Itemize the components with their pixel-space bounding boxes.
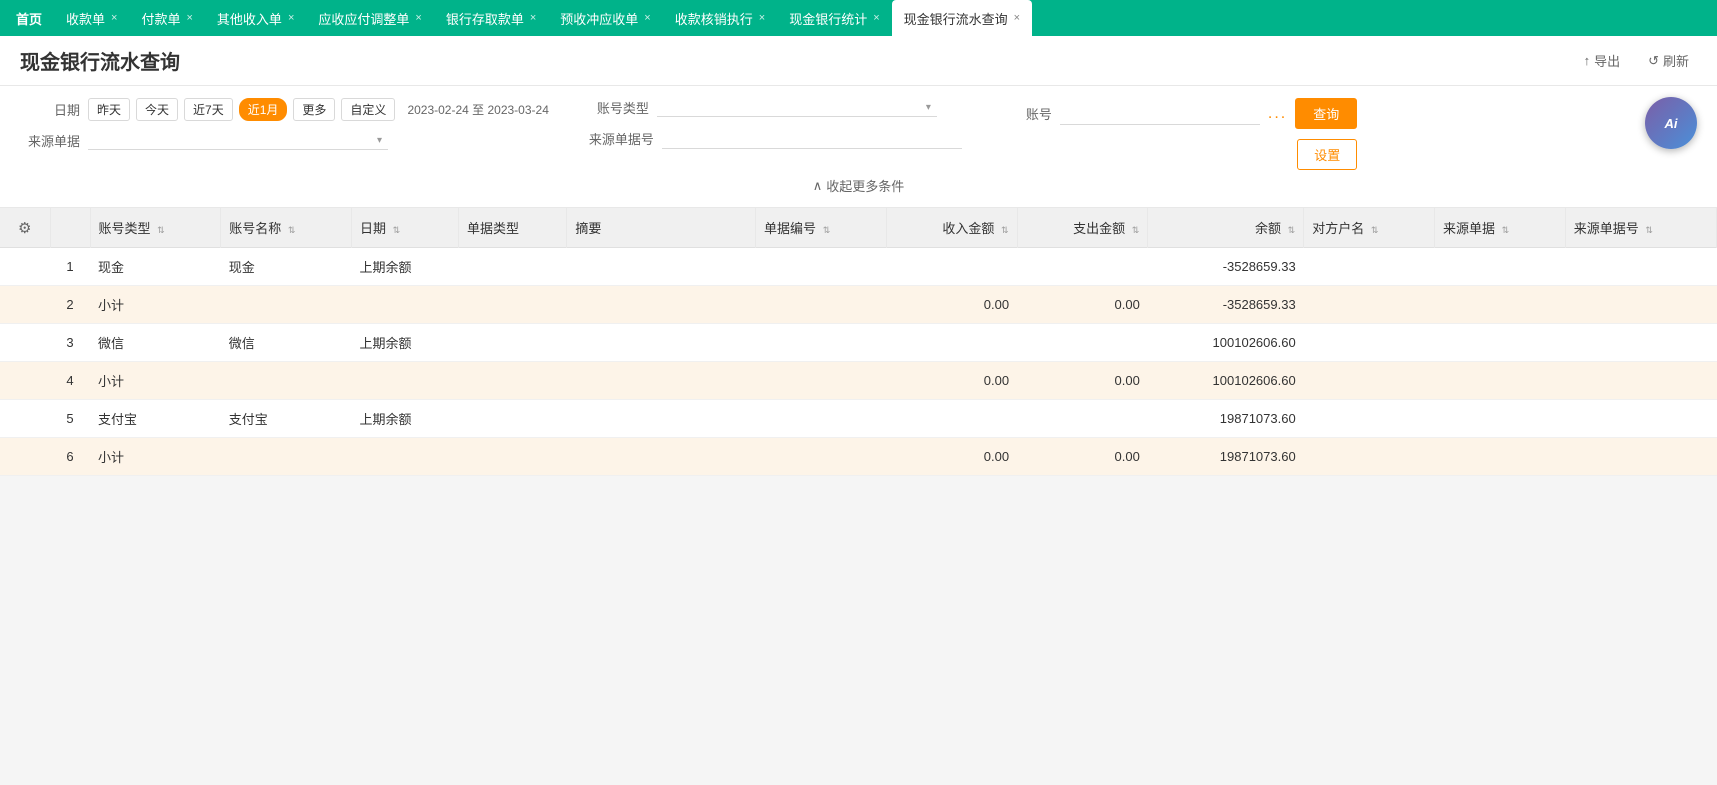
th-expense[interactable]: 支出金额 ⇅ — [1017, 208, 1148, 248]
nav-tab-bank-deposit[interactable]: 银行存取款单 × — [434, 0, 548, 36]
table-body: 1现金现金上期余额-3528659.332小计0.000.00-3528659.… — [0, 248, 1717, 476]
close-icon[interactable]: × — [415, 12, 421, 24]
nav-tab-ar-ap-adj[interactable]: 应收应付调整单 × — [306, 0, 433, 36]
account-type-select[interactable]: ▾ — [657, 99, 937, 117]
top-nav: 首页 收款单 × 付款单 × 其他收入单 × 应收应付调整单 × 银行存取款单 … — [0, 0, 1717, 36]
chevron-up-icon: ∧ — [813, 178, 823, 194]
account-type-label: 账号类型 — [589, 98, 649, 117]
th-gear[interactable]: ⚙ — [0, 208, 50, 248]
table-row[interactable]: 3微信微信上期余额100102606.60 — [0, 324, 1717, 362]
filter-area: 日期 昨天 今天 近7天 近1月 更多 自定义 2023-02-24 至 202… — [0, 86, 1717, 208]
table-row[interactable]: 6小计0.000.0019871073.60 — [0, 438, 1717, 476]
chevron-down-icon: ▾ — [926, 102, 931, 113]
close-icon[interactable]: × — [186, 12, 192, 24]
page-header: 现金银行流水查询 ↑ 导出 ↺ 刷新 — [0, 36, 1717, 86]
close-icon[interactable]: × — [288, 12, 294, 24]
table-row[interactable]: 2小计0.000.00-3528659.33 — [0, 286, 1717, 324]
th-summary: 摘要 — [567, 208, 756, 248]
query-button[interactable]: 查询 — [1295, 98, 1357, 129]
date-range-display: 2023-02-24 至 2023-03-24 — [407, 101, 548, 118]
th-source-doc[interactable]: 来源单据 ⇅ — [1434, 208, 1565, 248]
sort-icon: ⇅ — [1645, 225, 1653, 235]
date-shortcuts: 昨天 今天 近7天 近1月 更多 自定义 — [88, 98, 395, 121]
nav-tab-receipt-exec[interactable]: 收款核销执行 × — [663, 0, 777, 36]
close-icon[interactable]: × — [1014, 12, 1020, 24]
nav-tab-receipts[interactable]: 收款单 × — [54, 0, 129, 36]
nav-tab-cash-bank-flow[interactable]: 现金银行流水查询 × — [892, 0, 1032, 36]
account-label: 账号 — [1022, 104, 1052, 123]
close-icon[interactable]: × — [873, 12, 879, 24]
th-doc-no[interactable]: 单据编号 ⇅ — [756, 208, 887, 248]
export-icon: ↑ — [1584, 53, 1591, 68]
date-btn-today[interactable]: 今天 — [136, 98, 178, 121]
nav-home[interactable]: 首页 — [4, 0, 54, 36]
th-date[interactable]: 日期 ⇅ — [352, 208, 459, 248]
date-btn-7days[interactable]: 近7天 — [184, 98, 233, 121]
sort-icon: ⇅ — [1132, 225, 1140, 235]
sort-icon: ⇅ — [1502, 225, 1510, 235]
page-title: 现金银行流水查询 — [20, 46, 180, 75]
sort-icon: ⇅ — [1371, 225, 1379, 235]
date-btn-custom[interactable]: 自定义 — [341, 98, 395, 121]
source-doc-select[interactable]: ▾ — [88, 132, 388, 150]
chevron-down-icon: ▾ — [377, 135, 382, 146]
sort-icon: ⇅ — [823, 225, 831, 235]
export-button[interactable]: ↑ 导出 — [1576, 47, 1629, 74]
date-btn-yesterday[interactable]: 昨天 — [88, 98, 130, 121]
close-icon[interactable]: × — [759, 12, 765, 24]
account-input[interactable] — [1060, 103, 1260, 125]
close-icon[interactable]: × — [111, 12, 117, 24]
sort-icon: ⇅ — [288, 225, 296, 235]
th-source-doc-no[interactable]: 来源单据号 ⇅ — [1565, 208, 1716, 248]
th-account-type[interactable]: 账号类型 ⇅ — [90, 208, 221, 248]
table-area: ⚙ 账号类型 ⇅ 账号名称 ⇅ 日期 ⇅ 单据类型 — [0, 208, 1717, 476]
source-doc-no-input[interactable] — [662, 127, 962, 149]
header-actions: ↑ 导出 ↺ 刷新 — [1576, 47, 1697, 74]
nav-tab-prepay-offset[interactable]: 预收冲应收单 × — [548, 0, 662, 36]
th-balance[interactable]: 余额 ⇅ — [1148, 208, 1304, 248]
ai-badge[interactable]: Ai — [1645, 97, 1697, 149]
sort-icon: ⇅ — [1001, 225, 1009, 235]
th-index — [50, 208, 90, 248]
close-icon[interactable]: × — [530, 12, 536, 24]
refresh-icon: ↺ — [1648, 53, 1659, 69]
date-btn-1month[interactable]: 近1月 — [239, 98, 288, 121]
table-row[interactable]: 1现金现金上期余额-3528659.33 — [0, 248, 1717, 286]
th-doc-type: 单据类型 — [458, 208, 566, 248]
date-btn-more[interactable]: 更多 — [293, 98, 335, 121]
table-row[interactable]: 5支付宝支付宝上期余额19871073.60 — [0, 400, 1717, 438]
data-table: ⚙ 账号类型 ⇅ 账号名称 ⇅ 日期 ⇅ 单据类型 — [0, 208, 1717, 476]
th-account-name[interactable]: 账号名称 ⇅ — [221, 208, 352, 248]
gear-icon[interactable]: ⚙ — [18, 220, 31, 237]
close-icon[interactable]: × — [644, 12, 650, 24]
th-income[interactable]: 收入金额 ⇅ — [886, 208, 1017, 248]
table-row[interactable]: 4小计0.000.00100102606.60 — [0, 362, 1717, 400]
source-doc-label: 来源单据 — [20, 131, 80, 150]
table-header-row: ⚙ 账号类型 ⇅ 账号名称 ⇅ 日期 ⇅ 单据类型 — [0, 208, 1717, 248]
sort-icon: ⇅ — [157, 225, 165, 235]
account-dots[interactable]: ... — [1268, 105, 1287, 123]
refresh-button[interactable]: ↺ 刷新 — [1640, 47, 1697, 74]
nav-tab-other-income[interactable]: 其他收入单 × — [205, 0, 306, 36]
source-doc-no-label: 来源单据号 — [589, 129, 654, 148]
nav-tab-cash-bank-stats[interactable]: 现金银行统计 × — [777, 0, 891, 36]
sort-icon: ⇅ — [1288, 225, 1296, 235]
date-label: 日期 — [20, 100, 80, 119]
nav-tab-payments[interactable]: 付款单 × — [129, 0, 204, 36]
collapse-bar[interactable]: ∧ 收起更多条件 — [20, 170, 1697, 195]
th-counterparty[interactable]: 对方户名 ⇅ — [1304, 208, 1435, 248]
sort-icon: ⇅ — [393, 225, 401, 235]
settings-button[interactable]: 设置 — [1297, 139, 1357, 170]
